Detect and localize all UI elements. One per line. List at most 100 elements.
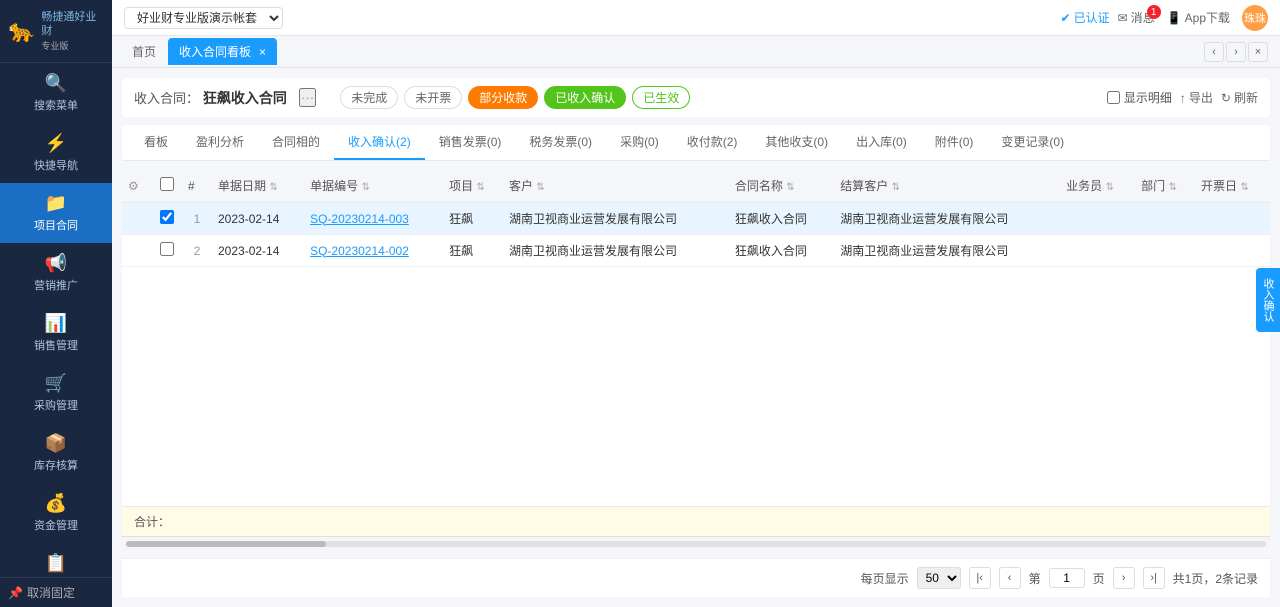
horizontal-scrollbar[interactable] [122, 536, 1270, 550]
cell-project: 狂飙 [443, 203, 503, 235]
cell-checkbox [154, 203, 182, 235]
cell-number: SQ-20230214-003 [304, 203, 443, 235]
side-action-button[interactable]: 收入确认 [1256, 268, 1280, 332]
tab-0[interactable]: 看板 [130, 125, 182, 160]
sidebar-icon-7: 💰 [45, 493, 67, 514]
tab-1[interactable]: 盈利分析 [182, 125, 258, 160]
prev-page-button[interactable]: ‹ [999, 567, 1021, 589]
logo-icon: 🐆 [8, 18, 35, 44]
tab-2[interactable]: 合同相的 [258, 125, 334, 160]
per-page-select[interactable]: 50 [917, 567, 961, 589]
first-page-button[interactable]: |‹ [969, 567, 991, 589]
contract-more-button[interactable]: ··· [299, 88, 316, 107]
status-btn-0[interactable]: 未完成 [340, 86, 398, 109]
tab-11[interactable]: 变更记录(0) [987, 125, 1078, 160]
scrollbar-thumb[interactable] [126, 541, 326, 547]
company-selector[interactable]: 好业财专业版演示帐套 [124, 7, 1053, 29]
app-download-label: App下载 [1185, 9, 1230, 26]
cell-customer: 湖南卫视商业运营发展有限公司 [503, 235, 729, 267]
tab-nav-arrows: ‹ › × [1204, 42, 1268, 62]
sidebar-icon-5: 🛒 [45, 373, 67, 394]
tab-next-button[interactable]: › [1226, 42, 1246, 62]
export-button[interactable]: ↑ 导出 [1180, 89, 1213, 106]
cell-contract: 狂飙收入合同 [729, 235, 834, 267]
sidebar-item-0[interactable]: 🔍搜索菜单 [0, 63, 112, 123]
sidebar-item-1[interactable]: ⚡快捷导航 [0, 123, 112, 183]
table-row[interactable]: 2 2023-02-14 SQ-20230214-002 狂飙 湖南卫视商业运营… [122, 235, 1270, 267]
status-btn-4[interactable]: 已生效 [632, 86, 690, 109]
tab-10[interactable]: 附件(0) [921, 125, 988, 160]
active-tab[interactable]: 收入合同看板 × [168, 38, 277, 65]
table-scroll[interactable]: ⚙ # 单据日期 ⇅ 单据编号 ⇅ 项目 ⇅ 客户 ⇅ 合同名称 ⇅ 结算客户 … [122, 169, 1270, 506]
page-input[interactable] [1049, 568, 1085, 588]
pin-icon: 📌 [8, 586, 23, 600]
th-settlement: 结算客户 ⇅ [834, 169, 1060, 203]
contract-label: 收入合同： [134, 91, 199, 106]
company-select[interactable]: 好业财专业版演示帐套 [124, 7, 283, 29]
tab-3[interactable]: 收入确认(2) [334, 125, 425, 160]
tab-prev-button[interactable]: ‹ [1204, 42, 1224, 62]
sidebar-pin-toggle[interactable]: 📌 取消固定 [0, 577, 112, 607]
checkbox-column [154, 169, 182, 203]
sidebar: 🐆 畅捷通好业财 专业版 🔍搜索菜单⚡快捷导航📁项目合同📢营销推广📊销售管理🛒采… [0, 0, 112, 607]
sidebar-label-1: 快捷导航 [34, 157, 78, 173]
export-icon: ↑ [1180, 91, 1186, 105]
sidebar-item-4[interactable]: 📊销售管理 [0, 303, 112, 363]
page-label: 第 [1029, 570, 1041, 587]
number-link-0[interactable]: SQ-20230214-003 [310, 212, 409, 226]
show-detail-toggle[interactable]: 显示明细 [1107, 89, 1172, 106]
tab-7[interactable]: 收付款(2) [673, 125, 752, 160]
app-download-button[interactable]: 📱 App下载 [1167, 9, 1230, 26]
sidebar-item-5[interactable]: 🛒采购管理 [0, 363, 112, 423]
cell-salesperson [1060, 203, 1135, 235]
page-unit: 页 [1093, 570, 1105, 587]
total-info: 共1页，2条记录 [1173, 570, 1258, 587]
status-btn-1[interactable]: 未开票 [404, 86, 462, 109]
message-button[interactable]: ✉ 消息 1 [1118, 9, 1155, 26]
status-btn-3[interactable]: 已收入确认 [544, 86, 626, 109]
sidebar-item-6[interactable]: 📦库存核算 [0, 423, 112, 483]
select-all-checkbox[interactable] [160, 177, 174, 191]
sidebar-item-7[interactable]: 💰资金管理 [0, 483, 112, 543]
row-checkbox-1[interactable] [160, 242, 174, 256]
tab-8[interactable]: 其他收支(0) [751, 125, 842, 160]
next-page-button[interactable]: › [1113, 567, 1135, 589]
refresh-label: 刷新 [1234, 89, 1258, 106]
refresh-icon: ↻ [1221, 91, 1231, 105]
cell-invoice-date [1195, 203, 1270, 235]
message-icon: ✉ [1118, 11, 1128, 25]
topbar-actions: ✉ 消息 1 📱 App下载 珠珠 [1118, 5, 1268, 31]
status-btn-2[interactable]: 部分收款 [468, 86, 538, 109]
last-page-button[interactable]: ›| [1143, 567, 1165, 589]
data-table: ⚙ # 单据日期 ⇅ 单据编号 ⇅ 项目 ⇅ 客户 ⇅ 合同名称 ⇅ 结算客户 … [122, 169, 1270, 267]
close-panel-button[interactable]: × [1248, 42, 1268, 62]
th-dept: 部门 ⇅ [1135, 169, 1195, 203]
settings-icon[interactable]: ⚙ [128, 179, 139, 193]
sub-tabs: 看板盈利分析合同相的收入确认(2)销售发票(0)税务发票(0)采购(0)收付款(… [122, 125, 1270, 161]
home-tab[interactable]: 首页 [124, 39, 164, 64]
cell-dept [1135, 203, 1195, 235]
table-header-row: ⚙ # 单据日期 ⇅ 单据编号 ⇅ 项目 ⇅ 客户 ⇅ 合同名称 ⇅ 结算客户 … [122, 169, 1270, 203]
app-edition: 专业版 [41, 39, 104, 52]
sidebar-label-4: 销售管理 [34, 337, 78, 353]
content-area: 收入合同： 狂飙收入合同 ··· 未完成未开票部分收款已收入确认已生效 显示明细… [112, 68, 1280, 607]
sidebar-item-2[interactable]: 📁项目合同 [0, 183, 112, 243]
app-name: 畅捷通好业财 [41, 10, 104, 39]
sidebar-item-3[interactable]: 📢营销推广 [0, 243, 112, 303]
tab-4[interactable]: 销售发票(0) [425, 125, 516, 160]
cell-checkbox [154, 235, 182, 267]
tab-9[interactable]: 出入库(0) [842, 125, 921, 160]
avatar[interactable]: 珠珠 [1242, 5, 1268, 31]
tab-5[interactable]: 税务发票(0) [515, 125, 606, 160]
download-icon: 📱 [1167, 11, 1182, 25]
topbar: 好业财专业版演示帐套 ✔ 已认证 ✉ 消息 1 📱 App下载 珠珠 [112, 0, 1280, 36]
table-body: 1 2023-02-14 SQ-20230214-003 狂飙 湖南卫视商业运营… [122, 203, 1270, 267]
row-checkbox-0[interactable] [160, 210, 174, 224]
number-link-1[interactable]: SQ-20230214-002 [310, 244, 409, 258]
refresh-button[interactable]: ↻ 刷新 [1221, 89, 1258, 106]
close-tab-icon[interactable]: × [259, 45, 266, 59]
sidebar-item-8[interactable]: 📋总账管理 [0, 543, 112, 577]
tab-6[interactable]: 采购(0) [606, 125, 673, 160]
table-row[interactable]: 1 2023-02-14 SQ-20230214-003 狂飙 湖南卫视商业运营… [122, 203, 1270, 235]
show-detail-checkbox[interactable] [1107, 91, 1120, 104]
